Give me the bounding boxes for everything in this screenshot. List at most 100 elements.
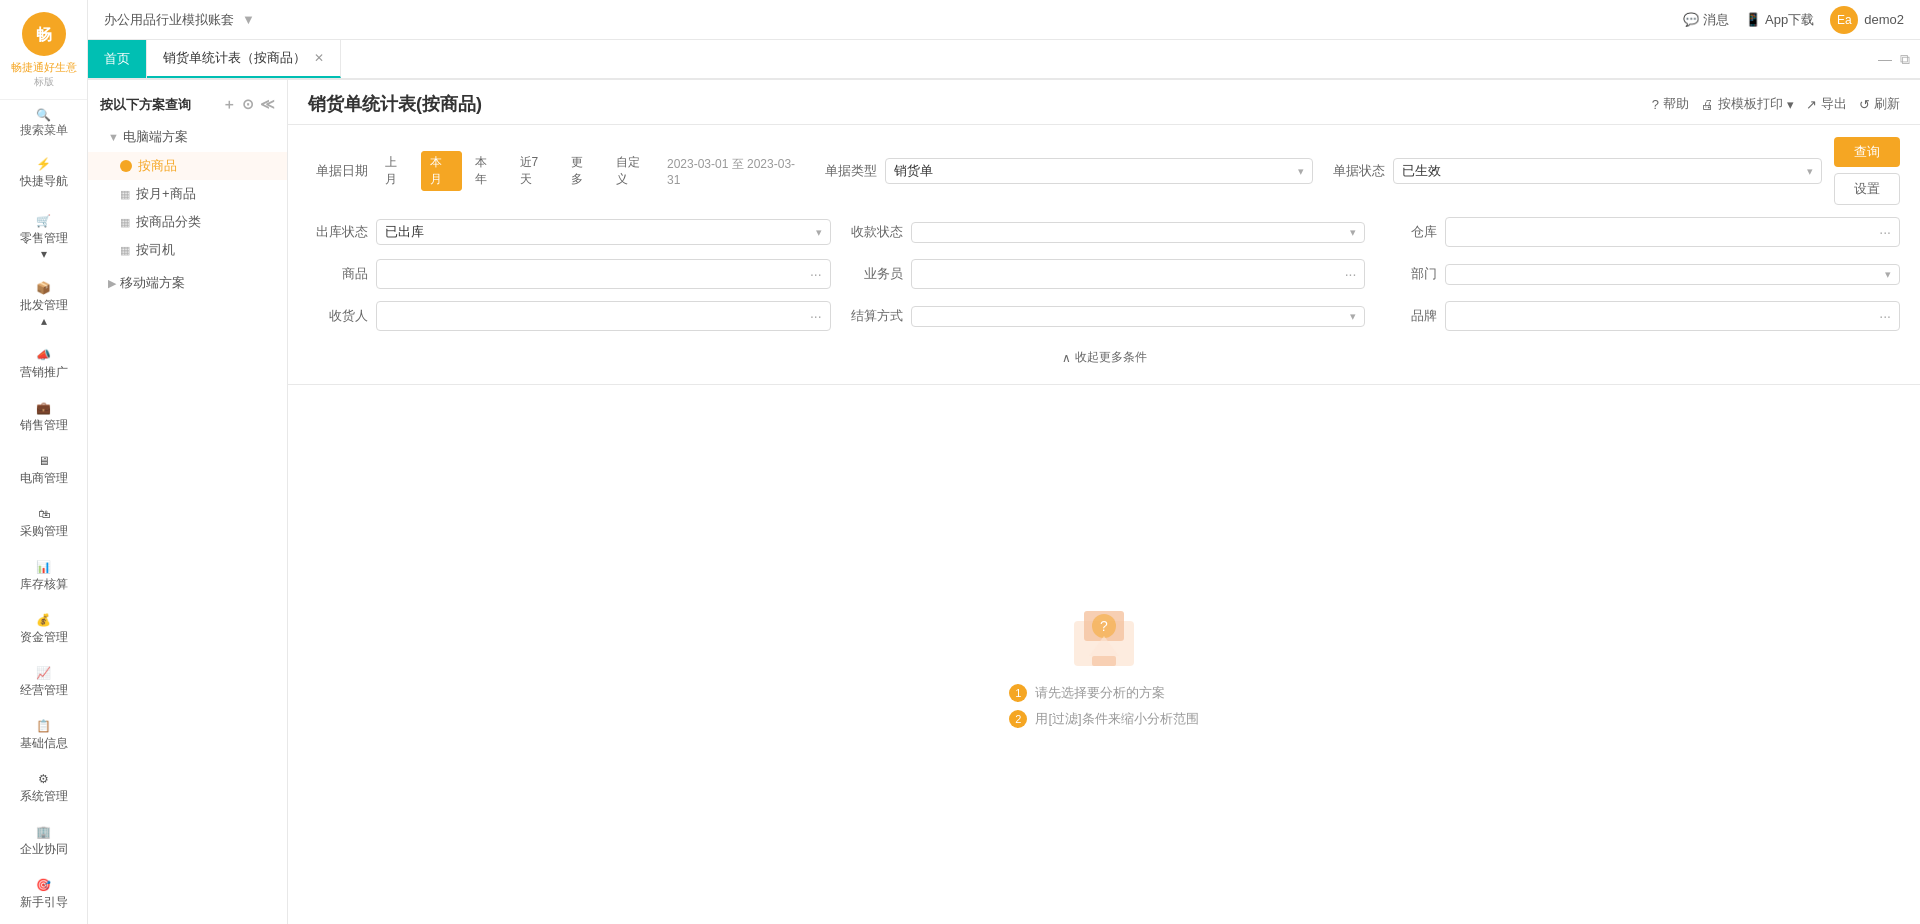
- message-button[interactable]: 💬 消息: [1683, 11, 1729, 29]
- add-scheme-icon[interactable]: ＋: [222, 96, 236, 114]
- staff-input[interactable]: ···: [911, 259, 1366, 289]
- sidebar-item-marketing[interactable]: 📣 营销推广: [0, 338, 87, 391]
- product-input[interactable]: ···: [376, 259, 831, 289]
- sidebar-item-inventory[interactable]: 📊 库存核算: [0, 550, 87, 603]
- staff-dots-icon[interactable]: ···: [1345, 266, 1357, 282]
- tree-item-mobile-label: 移动端方案: [120, 274, 185, 292]
- sidebar-item-ecommerce[interactable]: 🖥 电商管理: [0, 444, 87, 497]
- receiver-dots-icon[interactable]: ···: [810, 308, 822, 324]
- tab-home[interactable]: 首页: [88, 40, 147, 78]
- out-select[interactable]: 已出库 ▾: [376, 219, 831, 245]
- breadcrumb-arrow-icon[interactable]: ▼: [242, 12, 255, 27]
- product-dots-icon[interactable]: ···: [810, 266, 822, 282]
- sidebar: 畅 畅捷通好生意 标版 🔍 搜索菜单 ⚡ 快捷导航 🛒 零售管理 ▾ 📦 批发管…: [0, 0, 88, 924]
- breadcrumb: 办公用品行业模拟账套: [104, 11, 234, 29]
- staff-label: 业务员: [843, 265, 903, 283]
- payment-select[interactable]: ▾: [911, 306, 1366, 327]
- filter-cell-warehouse: 仓库 ···: [1377, 217, 1900, 247]
- svg-text:畅: 畅: [36, 26, 52, 43]
- brand-input[interactable]: ···: [1445, 301, 1900, 331]
- receipt-select[interactable]: ▾: [911, 222, 1366, 243]
- message-icon: 💬: [1683, 12, 1699, 27]
- sidebar-item-quick-nav[interactable]: ⚡ 快捷导航: [0, 147, 87, 200]
- date-7days[interactable]: 近7天: [511, 151, 558, 191]
- filter-cell-brand: 品牌 ···: [1377, 301, 1900, 331]
- window-minimize-icon[interactable]: —: [1878, 51, 1892, 67]
- brand-label: 品牌: [1377, 307, 1437, 325]
- search-menu-item[interactable]: 🔍 搜索菜单: [0, 100, 87, 147]
- collapse-panel-icon[interactable]: ≪: [260, 96, 275, 114]
- receiver-input[interactable]: ···: [376, 301, 831, 331]
- tree-child-by-product[interactable]: 按商品: [88, 152, 287, 180]
- filter-cell-out: 出库状态 已出库 ▾: [308, 219, 831, 245]
- date-custom[interactable]: 自定义: [607, 151, 659, 191]
- export-button[interactable]: ↗ 导出: [1806, 95, 1847, 113]
- basic-icon: 📋: [0, 719, 87, 733]
- tree-by-product-label: 按商品: [138, 157, 177, 175]
- filter-cell-type: 单据类型 销货单 ▾: [817, 158, 1314, 184]
- sidebar-item-sales[interactable]: 💼 销售管理: [0, 391, 87, 444]
- query-button[interactable]: 查询: [1834, 137, 1900, 167]
- content-area: 按以下方案查询 ＋ ⊙ ≪ ▼ 电脑端方案 按商品 ▦ 按月+商品: [88, 80, 1920, 924]
- print-dropdown-icon: ▾: [1787, 97, 1794, 112]
- sidebar-item-operation[interactable]: 📈 经营管理: [0, 656, 87, 709]
- ecommerce-label: 电商管理: [0, 470, 87, 487]
- type-select[interactable]: 销货单 ▾: [885, 158, 1314, 184]
- grid-icon-2: ▦: [120, 216, 130, 229]
- sidebar-item-purchase[interactable]: 🛍 采购管理: [0, 497, 87, 550]
- date-this-month[interactable]: 本月: [421, 151, 462, 191]
- tree-item-pc[interactable]: ▼ 电脑端方案: [88, 122, 287, 152]
- sidebar-item-basic[interactable]: 📋 基础信息: [0, 709, 87, 762]
- sidebar-item-retail[interactable]: 🛒 零售管理 ▾: [0, 204, 87, 271]
- edit-scheme-icon[interactable]: ⊙: [242, 96, 254, 114]
- empty-steps: 1 请先选择要分析的方案 2 用[过滤]条件来缩小分析范围: [1009, 684, 1198, 728]
- retail-arrow-icon: ▾: [0, 247, 87, 261]
- payment-label: 结算方式: [843, 307, 903, 325]
- dept-label: 部门: [1377, 265, 1437, 283]
- warehouse-dots-icon[interactable]: ···: [1879, 224, 1891, 240]
- tree-by-driver-label: 按司机: [136, 241, 175, 259]
- user-avatar: Ea: [1830, 6, 1858, 34]
- tree-child-by-category[interactable]: ▦ 按商品分类: [88, 208, 287, 236]
- tree-expand-icon: ▼: [108, 131, 119, 143]
- empty-illustration: ?: [1054, 581, 1154, 684]
- filter-cell-product: 商品 ···: [308, 259, 831, 289]
- refresh-button[interactable]: ↺ 刷新: [1859, 95, 1900, 113]
- brand-dots-icon[interactable]: ···: [1879, 308, 1891, 324]
- settings-button[interactable]: 设置: [1834, 173, 1900, 205]
- tree-child-by-month-product[interactable]: ▦ 按月+商品: [88, 180, 287, 208]
- tab-close-icon[interactable]: ✕: [314, 52, 324, 64]
- collapse-label: 收起更多条件: [1075, 349, 1147, 366]
- sales-label: 销售管理: [0, 417, 87, 434]
- sidebar-item-wholesale[interactable]: 📦 批发管理 ▴: [0, 271, 87, 338]
- tree-item-mobile[interactable]: ▶ 移动端方案: [88, 268, 287, 298]
- status-select[interactable]: 已生效 ▾: [1393, 158, 1822, 184]
- svg-rect-7: [1092, 656, 1116, 666]
- collapse-button[interactable]: ∧ 收起更多条件: [308, 343, 1900, 372]
- user-menu[interactable]: Ea demo2: [1830, 6, 1904, 34]
- print-button[interactable]: 🖨 按模板打印 ▾: [1701, 95, 1794, 113]
- tree-item-pc-label: 电脑端方案: [123, 128, 188, 146]
- tab-report[interactable]: 销货单统计表（按商品） ✕: [147, 40, 341, 78]
- marketing-label: 营销推广: [0, 364, 87, 381]
- enterprise-icon: 🏢: [0, 825, 87, 839]
- tree-child-by-driver[interactable]: ▦ 按司机: [88, 236, 287, 264]
- export-icon: ↗: [1806, 97, 1817, 112]
- sidebar-item-guide[interactable]: 🎯 新手引导: [0, 868, 87, 921]
- dept-select[interactable]: ▾: [1445, 264, 1900, 285]
- window-maximize-icon[interactable]: ⧉: [1900, 51, 1910, 68]
- help-button[interactable]: ? 帮助: [1652, 95, 1689, 113]
- type-arrow-icon: ▾: [1298, 165, 1304, 178]
- date-control: 上月 本月 本年 近7天 更多 自定义 2023-03-01 至 2023-03…: [376, 151, 805, 191]
- tabs-spacer: [341, 40, 1868, 78]
- sidebar-item-finance[interactable]: 💰 资金管理: [0, 603, 87, 656]
- app-download-button[interactable]: 📱 App下载: [1745, 11, 1814, 29]
- tree-mobile-arrow-icon: ▶: [108, 277, 116, 290]
- receipt-label: 收款状态: [843, 223, 903, 241]
- date-this-year[interactable]: 本年: [466, 151, 507, 191]
- sidebar-item-system[interactable]: ⚙ 系统管理: [0, 762, 87, 815]
- warehouse-input[interactable]: ···: [1445, 217, 1900, 247]
- date-last-month[interactable]: 上月: [376, 151, 417, 191]
- date-more[interactable]: 更多: [562, 151, 603, 191]
- sidebar-item-enterprise[interactable]: 🏢 企业协同: [0, 815, 87, 868]
